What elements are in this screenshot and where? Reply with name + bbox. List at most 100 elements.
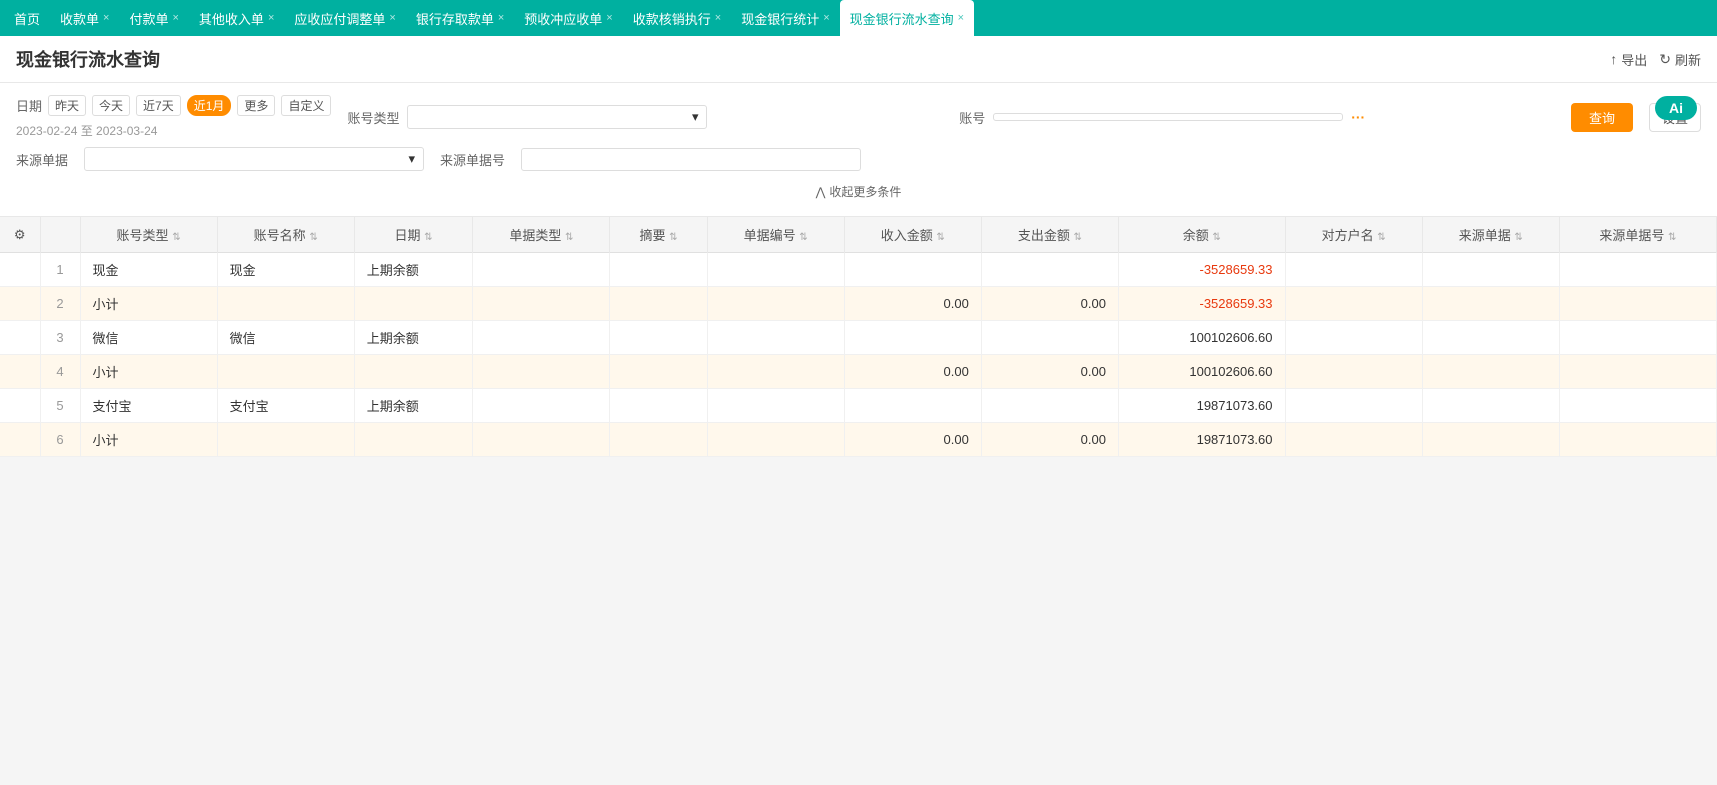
table-row[interactable]: 3 微信 微信 上期余额 100102606.60: [0, 321, 1717, 355]
date-btn-yesterday[interactable]: 昨天: [48, 95, 86, 116]
col-doc-no[interactable]: 单据编号 ⇅: [707, 217, 844, 253]
row-counterpart: [1285, 355, 1422, 389]
col-balance[interactable]: 余额 ⇅: [1118, 217, 1285, 253]
date-btn-more[interactable]: 更多: [237, 95, 275, 116]
nav-tab-advance-offset-close[interactable]: ×: [606, 12, 612, 24]
row-income: 0.00: [844, 287, 981, 321]
account-more-button[interactable]: ···: [1351, 109, 1365, 125]
nav-tab-payment[interactable]: 付款单 ×: [119, 0, 188, 36]
query-button[interactable]: 查询: [1571, 103, 1633, 132]
nav-tab-collection-verify[interactable]: 收款核销执行 ×: [623, 0, 731, 36]
col-expense[interactable]: 支出金额 ⇅: [981, 217, 1118, 253]
filter-row-1: 日期 昨天 今天 近7天 近1月 更多 自定义 2023-02-24 至 202…: [16, 95, 1701, 139]
nav-tab-cash-bank-stats-close[interactable]: ×: [823, 12, 829, 24]
collapse-label: 收起更多条件: [829, 183, 901, 200]
account-select[interactable]: [993, 113, 1343, 121]
nav-tab-bank-deposit[interactable]: 银行存取款单 ×: [406, 0, 514, 36]
nav-tab-ar-ap-adjust-close[interactable]: ×: [389, 12, 395, 24]
col-income[interactable]: 收入金额 ⇅: [844, 217, 981, 253]
nav-tab-cash-bank-flow[interactable]: 现金银行流水查询 ×: [840, 0, 974, 36]
col-date[interactable]: 日期 ⇅: [354, 217, 473, 253]
row-gear[interactable]: [0, 287, 40, 321]
row-account-type: 小计: [80, 287, 217, 321]
row-summary: [610, 321, 707, 355]
col-doc-type[interactable]: 单据类型 ⇅: [473, 217, 610, 253]
date-btn-7days[interactable]: 近7天: [136, 95, 181, 116]
refresh-button[interactable]: ↻ 刷新: [1659, 50, 1701, 69]
date-btn-today[interactable]: 今天: [92, 95, 130, 116]
account-type-select[interactable]: ▾: [407, 105, 707, 129]
col-counterpart[interactable]: 对方户名 ⇅: [1285, 217, 1422, 253]
row-gear[interactable]: [0, 423, 40, 457]
cash-bank-flow-table: ⚙ 账号类型 ⇅ 账号名称 ⇅ 日期 ⇅ 单据类型 ⇅: [0, 217, 1717, 457]
nav-tab-bank-deposit-close[interactable]: ×: [498, 12, 504, 24]
row-number: 2: [40, 287, 80, 321]
row-doc-type: [473, 253, 610, 287]
ai-button[interactable]: Ai: [1655, 96, 1697, 120]
row-counterpart: [1285, 423, 1422, 457]
nav-tab-cash-bank-flow-label: 现金银行流水查询: [850, 9, 954, 28]
collapse-more-conditions[interactable]: ⋀ 收起更多条件: [16, 179, 1701, 204]
row-summary: [610, 355, 707, 389]
row-doc-type: [473, 355, 610, 389]
table-row[interactable]: 5 支付宝 支付宝 上期余额 19871073.60: [0, 389, 1717, 423]
col-account-name[interactable]: 账号名称 ⇅: [217, 217, 354, 253]
row-counterpart: [1285, 253, 1422, 287]
row-source-doc-no: [1559, 389, 1716, 423]
table-row[interactable]: 1 现金 现金 上期余额 -3528659.33: [0, 253, 1717, 287]
nav-tab-home[interactable]: 首页: [4, 0, 50, 36]
nav-tab-other-income[interactable]: 其他收入单 ×: [189, 0, 284, 36]
row-source-doc-no: [1559, 321, 1716, 355]
col-summary[interactable]: 摘要 ⇅: [610, 217, 707, 253]
row-balance: 19871073.60: [1118, 389, 1285, 423]
nav-tab-cash-bank-stats[interactable]: 现金银行统计 ×: [731, 0, 839, 36]
row-income: [844, 321, 981, 355]
nav-tab-payment-close[interactable]: ×: [172, 12, 178, 24]
row-source-doc-no: [1559, 423, 1716, 457]
account-type-label: 账号类型: [347, 108, 399, 127]
row-counterpart: [1285, 287, 1422, 321]
row-expense: [981, 389, 1118, 423]
row-doc-type: [473, 321, 610, 355]
row-gear[interactable]: [0, 321, 40, 355]
nav-tab-advance-offset[interactable]: 预收冲应收单 ×: [514, 0, 622, 36]
account-label: 账号: [959, 108, 985, 127]
row-account-name: [217, 355, 354, 389]
table-row[interactable]: 2 小计 0.00 0.00 -3528659.33: [0, 287, 1717, 321]
row-account-name: 现金: [217, 253, 354, 287]
row-gear[interactable]: [0, 253, 40, 287]
row-gear[interactable]: [0, 389, 40, 423]
row-doc-type: [473, 423, 610, 457]
source-doc-no-label: 来源单据号: [440, 150, 505, 169]
col-account-type[interactable]: 账号类型 ⇅: [80, 217, 217, 253]
row-gear[interactable]: [0, 355, 40, 389]
nav-tab-cash-bank-stats-label: 现金银行统计: [741, 9, 819, 28]
nav-tab-receipt-close[interactable]: ×: [103, 12, 109, 24]
export-button[interactable]: ↑ 导出: [1610, 50, 1647, 69]
nav-tab-collection-verify-close[interactable]: ×: [715, 12, 721, 24]
table-row[interactable]: 6 小计 0.00 0.00 19871073.60: [0, 423, 1717, 457]
row-account-name: 微信: [217, 321, 354, 355]
date-filter-label: 日期: [16, 96, 42, 115]
filter-row-2: 来源单据 ▾ 来源单据号: [16, 147, 1701, 171]
table-row[interactable]: 4 小计 0.00 0.00 100102606.60: [0, 355, 1717, 389]
nav-tab-other-income-close[interactable]: ×: [268, 12, 274, 24]
source-doc-no-input[interactable]: [521, 148, 861, 171]
date-btn-custom[interactable]: 自定义: [281, 95, 331, 116]
nav-tab-cash-bank-flow-close[interactable]: ×: [958, 12, 964, 24]
row-source-doc: [1422, 321, 1559, 355]
col-source-doc-no[interactable]: 来源单据号 ⇅: [1559, 217, 1716, 253]
col-gear[interactable]: ⚙: [0, 217, 40, 253]
account-type-sort-icon: ⇅: [172, 232, 180, 243]
row-balance: -3528659.33: [1118, 287, 1285, 321]
row-date: [354, 355, 473, 389]
refresh-label: 刷新: [1675, 50, 1701, 69]
source-doc-select[interactable]: ▾: [84, 147, 424, 171]
col-source-doc[interactable]: 来源单据 ⇅: [1422, 217, 1559, 253]
date-btn-1month[interactable]: 近1月: [187, 95, 232, 116]
row-number: 3: [40, 321, 80, 355]
row-source-doc-no: [1559, 253, 1716, 287]
nav-tab-ar-ap-adjust[interactable]: 应收应付调整单 ×: [284, 0, 405, 36]
row-summary: [610, 423, 707, 457]
nav-tab-receipt[interactable]: 收款单 ×: [50, 0, 119, 36]
